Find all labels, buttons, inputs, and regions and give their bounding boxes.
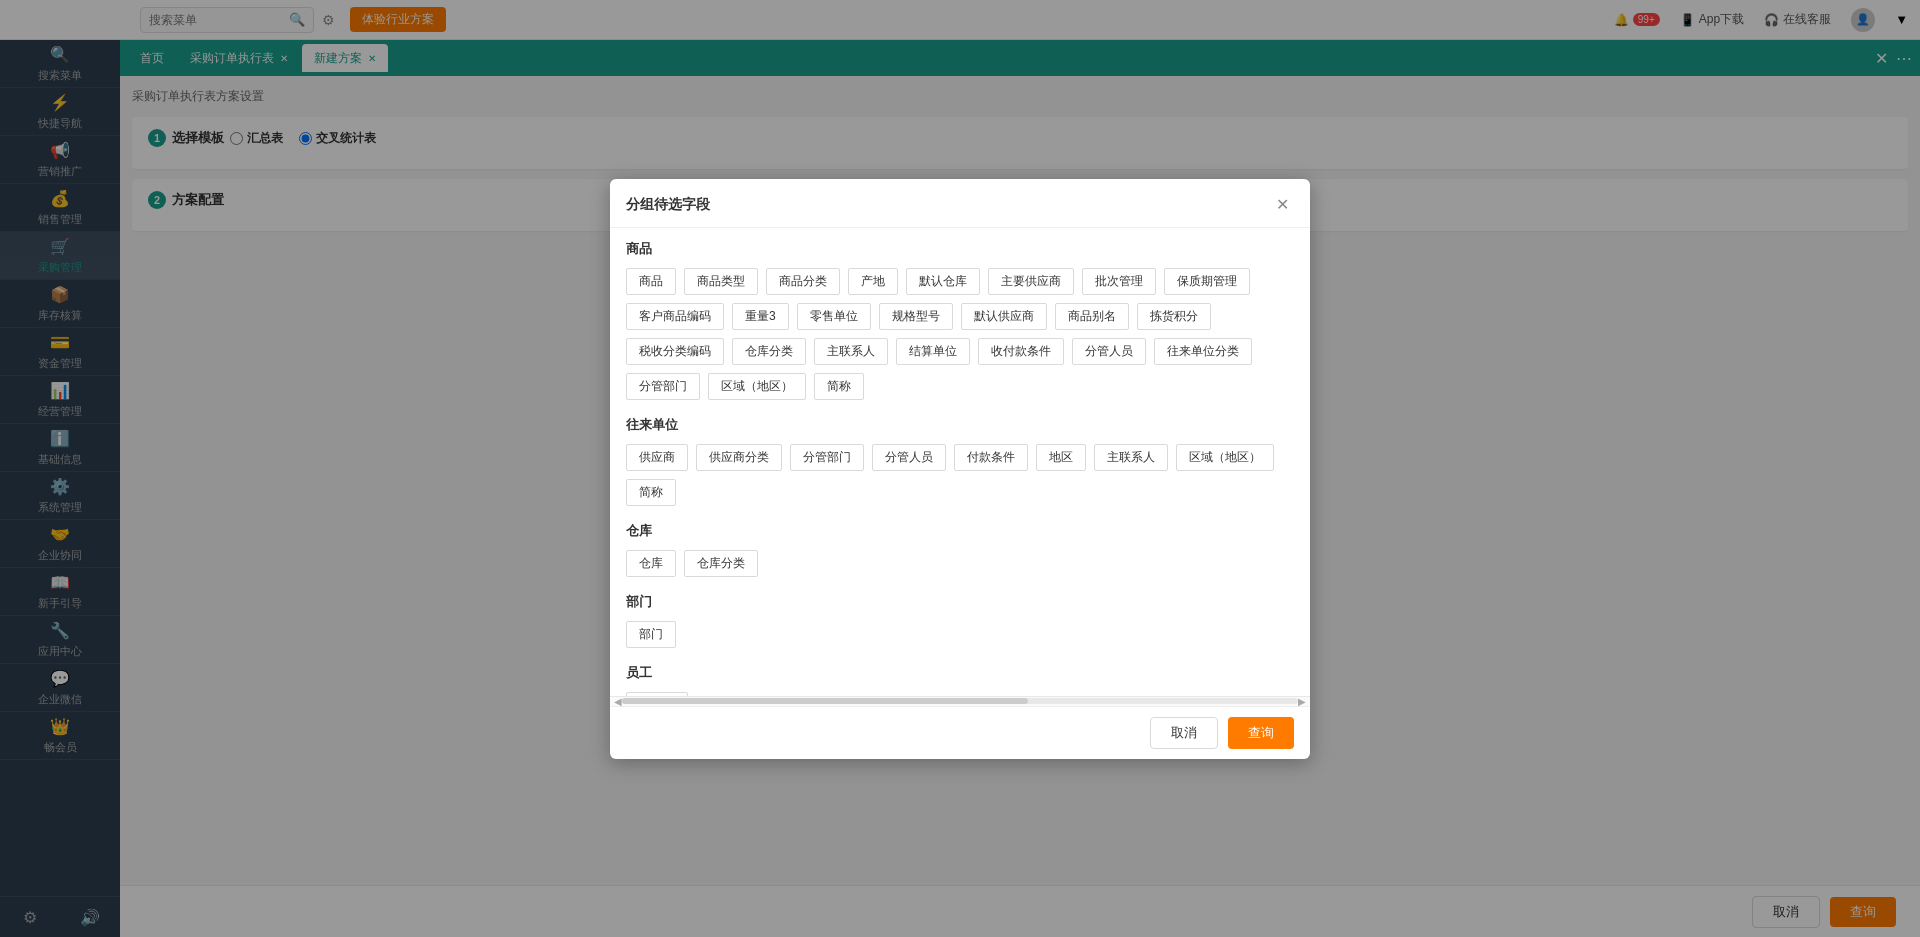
- field-group-title: 仓库: [626, 522, 1294, 540]
- field-tag-默认供应商[interactable]: 默认供应商: [961, 303, 1047, 330]
- field-tag-往来单位分类[interactable]: 往来单位分类: [1154, 338, 1252, 365]
- field-tag-区域（地区）[interactable]: 区域（地区）: [1176, 444, 1274, 471]
- modal-horizontal-scrollbar[interactable]: ◀ ▶: [610, 696, 1310, 706]
- modal-title: 分组待选字段: [626, 196, 710, 214]
- field-group-title: 商品: [626, 240, 1294, 258]
- field-tags: 商品商品类型商品分类产地默认仓库主要供应商批次管理保质期管理客户商品编码重量3 零…: [626, 268, 1294, 400]
- modal-body: 商品商品商品类型商品分类产地默认仓库主要供应商批次管理保质期管理客户商品编码重量…: [610, 228, 1310, 696]
- field-tag-地区[interactable]: 地区: [1036, 444, 1086, 471]
- modal-overlay: 分组待选字段 ✕ 商品商品商品类型商品分类产地默认仓库主要供应商批次管理保质期管…: [0, 0, 1920, 937]
- field-tags: 供应商供应商分类分管部门分管人员付款条件地区主联系人区域（地区） 简称: [626, 444, 1294, 506]
- field-tag-部门[interactable]: 部门: [626, 621, 676, 648]
- field-tag-仓库分类[interactable]: 仓库分类: [732, 338, 806, 365]
- field-tag-商品[interactable]: 商品: [626, 268, 676, 295]
- field-tag-零售单位[interactable]: 零售单位: [797, 303, 871, 330]
- field-tag-主要供应商[interactable]: 主要供应商: [988, 268, 1074, 295]
- field-tag-主联系人[interactable]: 主联系人: [1094, 444, 1168, 471]
- field-tag-供应商[interactable]: 供应商: [626, 444, 688, 471]
- field-tag-批次管理[interactable]: 批次管理: [1082, 268, 1156, 295]
- field-group-往来单位: 往来单位供应商供应商分类分管部门分管人员付款条件地区主联系人区域（地区） 简称: [626, 416, 1294, 506]
- field-tag-简称[interactable]: 简称: [814, 373, 864, 400]
- field-tag-税收分类编码[interactable]: 税收分类编码: [626, 338, 724, 365]
- modal-cancel-button[interactable]: 取消: [1150, 717, 1218, 749]
- field-group-商品: 商品商品商品类型商品分类产地默认仓库主要供应商批次管理保质期管理客户商品编码重量…: [626, 240, 1294, 400]
- field-tag-重量3[interactable]: 重量3: [732, 303, 789, 330]
- field-tag-商品别名[interactable]: 商品别名: [1055, 303, 1129, 330]
- field-tags: 仓库仓库分类: [626, 550, 1294, 577]
- field-group-title: 部门: [626, 593, 1294, 611]
- field-group-title: 往来单位: [626, 416, 1294, 434]
- field-tag-主联系人[interactable]: 主联系人: [814, 338, 888, 365]
- field-tag-供应商分类[interactable]: 供应商分类: [696, 444, 782, 471]
- field-tag-结算单位[interactable]: 结算单位: [896, 338, 970, 365]
- field-group-title: 员工: [626, 664, 1294, 682]
- field-group-仓库: 仓库仓库仓库分类: [626, 522, 1294, 577]
- field-tag-付款条件[interactable]: 付款条件: [954, 444, 1028, 471]
- field-tag-分管部门[interactable]: 分管部门: [790, 444, 864, 471]
- field-tag-收付款条件[interactable]: 收付款条件: [978, 338, 1064, 365]
- field-tag-拣货积分[interactable]: 拣货积分: [1137, 303, 1211, 330]
- field-tag-保质期管理[interactable]: 保质期管理: [1164, 268, 1250, 295]
- field-tags: 部门: [626, 621, 1294, 648]
- field-tag-分管人员[interactable]: 分管人员: [1072, 338, 1146, 365]
- field-tag-简称[interactable]: 简称: [626, 479, 676, 506]
- field-group-员工: 员工业务员: [626, 664, 1294, 696]
- field-tag-规格型号[interactable]: 规格型号: [879, 303, 953, 330]
- field-tag-商品分类[interactable]: 商品分类: [766, 268, 840, 295]
- modal-header: 分组待选字段 ✕: [610, 179, 1310, 228]
- field-tag-默认仓库[interactable]: 默认仓库: [906, 268, 980, 295]
- field-select-modal: 分组待选字段 ✕ 商品商品商品类型商品分类产地默认仓库主要供应商批次管理保质期管…: [610, 179, 1310, 759]
- field-tag-产地[interactable]: 产地: [848, 268, 898, 295]
- field-tag-客户商品编码[interactable]: 客户商品编码: [626, 303, 724, 330]
- horizontal-scroll-track: [622, 698, 1298, 704]
- field-group-部门: 部门部门: [626, 593, 1294, 648]
- field-tag-仓库[interactable]: 仓库: [626, 550, 676, 577]
- modal-footer: 取消 查询: [610, 706, 1310, 759]
- field-tag-分管人员[interactable]: 分管人员: [872, 444, 946, 471]
- field-tag-仓库分类[interactable]: 仓库分类: [684, 550, 758, 577]
- field-tag-分管部门[interactable]: 分管部门: [626, 373, 700, 400]
- field-tag-商品类型[interactable]: 商品类型: [684, 268, 758, 295]
- modal-confirm-button[interactable]: 查询: [1228, 717, 1294, 749]
- field-tag-区域（地区）[interactable]: 区域（地区）: [708, 373, 806, 400]
- modal-close-icon[interactable]: ✕: [1270, 193, 1294, 217]
- horizontal-scroll-thumb: [622, 698, 1028, 704]
